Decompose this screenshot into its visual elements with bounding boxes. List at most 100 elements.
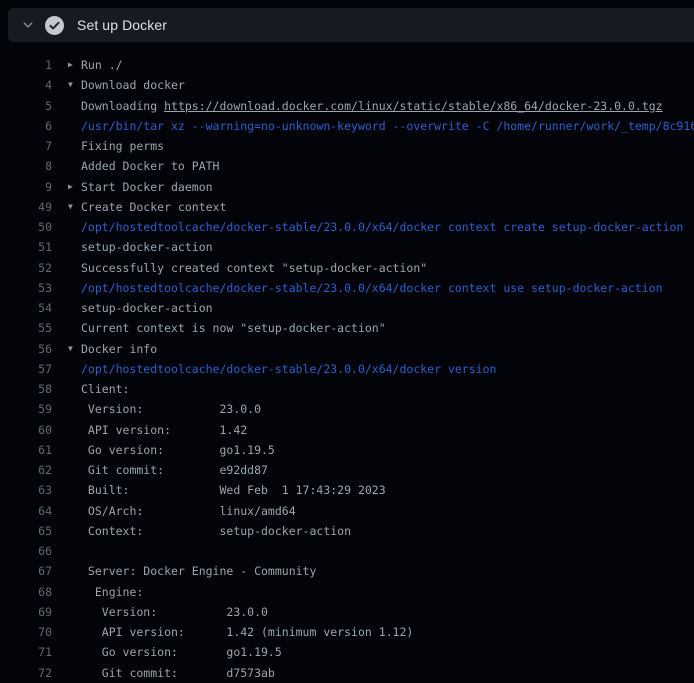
- group-title[interactable]: Start Docker daemon: [81, 177, 213, 197]
- command-text: /opt/hostedtoolcache/docker-stable/23.0.…: [81, 217, 683, 237]
- line-number[interactable]: 9: [0, 177, 52, 197]
- log-line: 68 Engine:: [0, 582, 694, 602]
- log-line: 8Added Docker to PATH: [0, 156, 694, 176]
- log-line: 56 ▼Docker info: [0, 339, 694, 359]
- group-expanded-arrow-icon[interactable]: ▼: [68, 339, 81, 359]
- log-line: 58 Client:: [0, 379, 694, 399]
- log-text: Version: 23.0.0: [81, 399, 261, 419]
- log-line: 66: [0, 541, 694, 561]
- line-number[interactable]: 64: [0, 501, 52, 521]
- line-number[interactable]: 57: [0, 359, 52, 379]
- line-number[interactable]: 1: [0, 55, 52, 75]
- line-number[interactable]: 8: [0, 156, 52, 176]
- group-title[interactable]: Run ./: [81, 55, 123, 75]
- line-number[interactable]: 55: [0, 318, 52, 338]
- log-text: Server: Docker Engine - Community: [81, 561, 316, 581]
- line-number[interactable]: 4: [0, 75, 52, 95]
- log-text: Downloading https://download.docker.com/…: [81, 96, 663, 116]
- log-line: 49 ▼Create Docker context: [0, 197, 694, 217]
- line-number[interactable]: 71: [0, 642, 52, 662]
- line-number[interactable]: 7: [0, 136, 52, 156]
- log-line: 4 ▼Download docker: [0, 75, 694, 95]
- log-text: setup-docker-action: [81, 237, 213, 257]
- log-line: 51 setup-docker-action: [0, 237, 694, 257]
- step-title: Set up Docker: [77, 17, 167, 33]
- log-text: Built: Wed Feb 1 17:43:29 2023: [81, 480, 386, 500]
- line-number[interactable]: 67: [0, 561, 52, 581]
- log-line: 7 Fixing perms: [0, 136, 694, 156]
- log-text: Git commit: d7573ab: [81, 663, 275, 683]
- line-number[interactable]: 52: [0, 258, 52, 278]
- log-text: API version: 1.42 (minimum version 1.12): [81, 622, 413, 642]
- group-collapsed-arrow-icon[interactable]: ▶: [68, 55, 81, 75]
- log-line: 6/usr/bin/tar xz --warning=no-unknown-ke…: [0, 116, 694, 136]
- log-text: Current context is now "setup-docker-act…: [81, 318, 386, 338]
- chevron-down-icon: [19, 19, 37, 31]
- line-number[interactable]: 72: [0, 663, 52, 683]
- log-line: 9 ▶Start Docker daemon: [0, 177, 694, 197]
- log-line: 60 API version: 1.42: [0, 420, 694, 440]
- group-title[interactable]: Create Docker context: [81, 197, 226, 217]
- log: 1▶Run ./4▼Download docker5Downloading ht…: [0, 55, 694, 683]
- log-line: 72 Git commit: d7573ab: [0, 663, 694, 683]
- line-number[interactable]: 69: [0, 602, 52, 622]
- log-line: 1 ▶Run ./: [0, 55, 694, 75]
- log-line: 71 Go version: go1.19.5: [0, 642, 694, 662]
- group-expanded-arrow-icon[interactable]: ▼: [68, 197, 81, 217]
- log-line: 57/opt/hostedtoolcache/docker-stable/23.…: [0, 359, 694, 379]
- line-number[interactable]: 5: [0, 96, 52, 116]
- line-number[interactable]: 56: [0, 339, 52, 359]
- step-header[interactable]: Set up Docker: [8, 8, 694, 42]
- log-line: 62 Git commit: e92dd87: [0, 460, 694, 480]
- line-number[interactable]: 63: [0, 480, 52, 500]
- line-number[interactable]: 50: [0, 217, 52, 237]
- line-number[interactable]: 65: [0, 521, 52, 541]
- group-title[interactable]: Docker info: [81, 339, 157, 359]
- line-number[interactable]: 58: [0, 379, 52, 399]
- log-text: setup-docker-action: [81, 298, 213, 318]
- group-expanded-arrow-icon[interactable]: ▼: [68, 75, 81, 95]
- line-number[interactable]: 51: [0, 237, 52, 257]
- log-text: Successfully created context "setup-dock…: [81, 258, 427, 278]
- log-line: 59 Version: 23.0.0: [0, 399, 694, 419]
- line-number[interactable]: 49: [0, 197, 52, 217]
- line-number[interactable]: 70: [0, 622, 52, 642]
- log-text: Context: setup-docker-action: [81, 521, 351, 541]
- check-circle-success-icon: [44, 16, 64, 35]
- line-number[interactable]: 68: [0, 582, 52, 602]
- log-line: 61 Go version: go1.19.5: [0, 440, 694, 460]
- log-line: 63 Built: Wed Feb 1 17:43:29 2023: [0, 480, 694, 500]
- log-text: Version: 23.0.0: [81, 602, 268, 622]
- group-collapsed-arrow-icon[interactable]: ▶: [68, 177, 81, 197]
- log-text: Fixing perms: [81, 136, 164, 156]
- log-line: 53/opt/hostedtoolcache/docker-stable/23.…: [0, 278, 694, 298]
- line-number[interactable]: 61: [0, 440, 52, 460]
- line-number[interactable]: 53: [0, 278, 52, 298]
- log-line: 64 OS/Arch: linux/amd64: [0, 501, 694, 521]
- log-line: 67 Server: Docker Engine - Community: [0, 561, 694, 581]
- command-text: /usr/bin/tar xz --warning=no-unknown-key…: [81, 116, 694, 136]
- line-number[interactable]: 66: [0, 541, 52, 561]
- log-text: Go version: go1.19.5: [81, 642, 282, 662]
- line-number[interactable]: 59: [0, 399, 52, 419]
- log-text: Client:: [81, 379, 129, 399]
- log-line: 69 Version: 23.0.0: [0, 602, 694, 622]
- log-link[interactable]: https://download.docker.com/linux/static…: [164, 99, 663, 113]
- log-text: Git commit: e92dd87: [81, 460, 268, 480]
- line-number[interactable]: 60: [0, 420, 52, 440]
- log-text: API version: 1.42: [81, 420, 247, 440]
- command-text: /opt/hostedtoolcache/docker-stable/23.0.…: [81, 359, 496, 379]
- line-number[interactable]: 54: [0, 298, 52, 318]
- log-text: Engine:: [81, 582, 143, 602]
- line-number[interactable]: 6: [0, 116, 52, 136]
- group-title[interactable]: Download docker: [81, 75, 185, 95]
- command-text: /opt/hostedtoolcache/docker-stable/23.0.…: [81, 278, 663, 298]
- log-text: Downloading: [81, 99, 164, 113]
- line-number[interactable]: 62: [0, 460, 52, 480]
- log-line: 52 Successfully created context "setup-do…: [0, 258, 694, 278]
- log-line: 65 Context: setup-docker-action: [0, 521, 694, 541]
- log-line: 50/opt/hostedtoolcache/docker-stable/23.…: [0, 217, 694, 237]
- log-line: 54 setup-docker-action: [0, 298, 694, 318]
- log-text: OS/Arch: linux/amd64: [81, 501, 296, 521]
- actions-log-viewer: Set up Docker 1▶Run ./4▼Download docker5…: [0, 0, 694, 683]
